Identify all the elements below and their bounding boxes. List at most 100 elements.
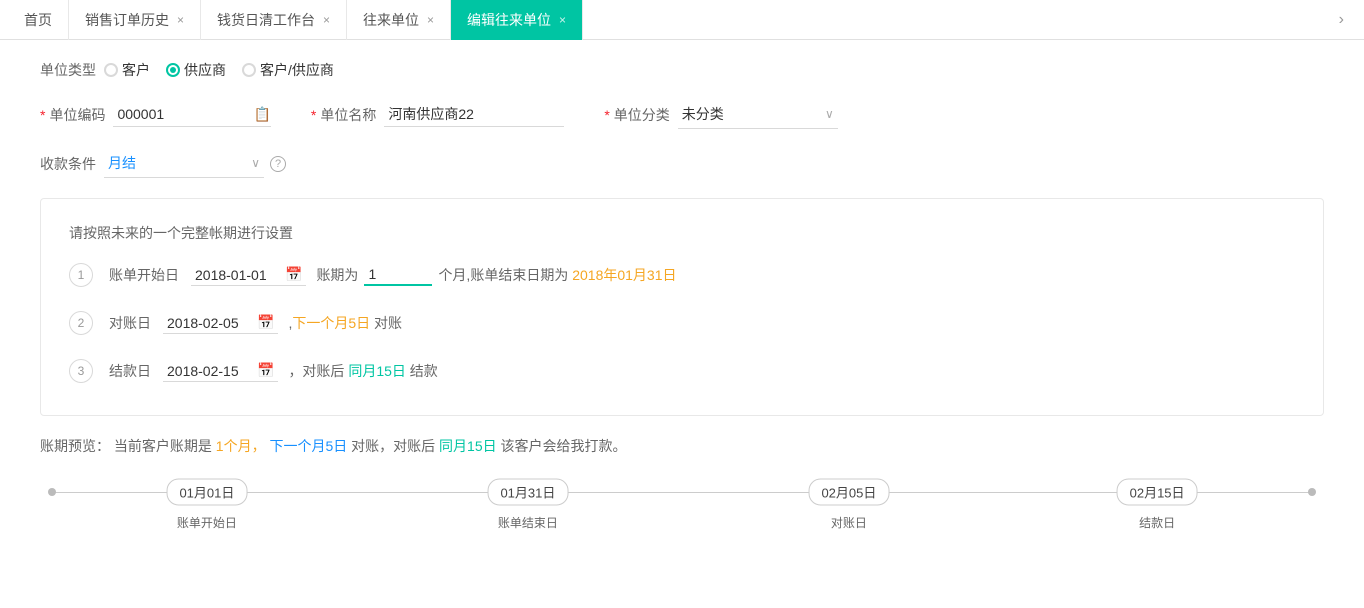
tab-cash-ledger-close[interactable]: × <box>323 13 330 27</box>
radio-customer-supplier-circle <box>242 63 256 77</box>
tab-edit-counterparty[interactable]: 编辑往来单位 × <box>451 0 583 40</box>
step-1-row: 1 账单开始日 📅 账期为 个月,账单结束日期为 2018年01月31日 <box>69 263 1295 287</box>
tab-home[interactable]: 首页 <box>8 0 69 40</box>
step-1-date-input[interactable] <box>195 267 285 283</box>
unit-code-copy-icon[interactable]: 📋 <box>253 106 270 123</box>
step-2-desc: ,下一个月5日 对账 <box>288 313 402 333</box>
step-3-row: 3 结款日 📅 ，对账后 同月15日 结款 <box>69 359 1295 383</box>
step-1-period-wrapper <box>364 264 432 286</box>
step-3-date-input[interactable] <box>167 363 257 379</box>
tab-counterparty-label: 往来单位 <box>363 10 419 30</box>
unit-type-label: 单位类型 <box>40 60 96 80</box>
timeline-label-1: 账单开始日 <box>177 514 237 531</box>
radio-supplier-dot <box>170 67 176 73</box>
timeline-node-2: 01月31日 <box>487 479 568 506</box>
payment-terms-select[interactable]: 月结 ∨ <box>104 149 264 178</box>
unit-info-row: * 单位编码 📋 * 单位名称 * 单位分类 未分类 ∨ <box>40 100 1324 129</box>
step-1-calendar-icon[interactable]: 📅 <box>285 266 302 283</box>
preview-hl2: 下一个月5日 <box>269 438 347 454</box>
step-2-row: 2 对账日 📅 ,下一个月5日 对账 <box>69 311 1295 335</box>
unit-code-input[interactable] <box>113 102 253 126</box>
tab-sales-history-close[interactable]: × <box>177 13 184 27</box>
radio-supplier[interactable]: 供应商 <box>166 60 226 80</box>
radio-customer-supplier-label: 客户/供应商 <box>260 60 334 80</box>
payment-terms-value: 月结 <box>108 153 251 173</box>
step-1-period-input[interactable] <box>368 266 428 282</box>
preview-text: 账期预览： 当前客户账期是 1个月， 下一个月5日 对账，对账后 同月15日 该… <box>40 436 1324 456</box>
tab-edit-counterparty-label: 编辑往来单位 <box>467 10 551 30</box>
timeline-label-3: 对账日 <box>831 514 867 531</box>
step-3-calendar-icon[interactable]: 📅 <box>257 362 274 379</box>
radio-customer-circle <box>104 63 118 77</box>
timeline-node-3: 02月05日 <box>808 479 889 506</box>
payment-terms-field: 收款条件 月结 ∨ ? <box>40 149 286 178</box>
unit-name-label: 单位名称 <box>320 105 376 125</box>
radio-supplier-circle <box>166 63 180 77</box>
tab-edit-counterparty-close[interactable]: × <box>559 13 566 27</box>
timeline-node-1: 01月01日 <box>166 479 247 506</box>
unit-category-value: 未分类 <box>682 104 825 124</box>
tab-cash-ledger-label: 钱货日清工作台 <box>217 10 315 30</box>
step-3-label: 结款日 <box>109 361 151 381</box>
tab-bar: 首页 销售订单历史 × 钱货日清工作台 × 往来单位 × 编辑往来单位 × › <box>0 0 1364 40</box>
step-3-highlight: 同月15日 <box>348 363 406 379</box>
timeline-right-dot <box>1308 488 1316 496</box>
radio-customer[interactable]: 客户 <box>104 60 150 80</box>
step-2-date-input[interactable] <box>167 315 257 331</box>
unit-code-star: * <box>40 107 45 123</box>
timeline-node-2-pill: 01月31日 <box>487 479 568 506</box>
step-1-date-wrapper: 📅 <box>191 264 306 286</box>
step-3-desc: ，对账后 同月15日 结款 <box>288 361 437 381</box>
timeline-label-2-text: 账单结束日 <box>498 516 558 530</box>
step-2-highlight: 下一个月5日 <box>292 315 370 331</box>
step-1-label: 账单开始日 <box>109 265 179 285</box>
preview-prefix: 当前客户账期是 <box>114 438 216 454</box>
tab-sales-history[interactable]: 销售订单历史 × <box>69 0 201 40</box>
timeline-label-1-text: 账单开始日 <box>177 516 237 530</box>
unit-category-select[interactable]: 未分类 ∨ <box>678 100 838 129</box>
timeline-label-3-text: 对账日 <box>831 516 867 530</box>
tab-counterparty[interactable]: 往来单位 × <box>347 0 451 40</box>
unit-category-field: * 单位分类 未分类 ∨ <box>604 100 837 129</box>
preview-hl1: 1个月， <box>216 438 266 454</box>
tab-expand-icon[interactable]: › <box>1327 11 1356 29</box>
tab-home-label: 首页 <box>24 10 52 30</box>
radio-customer-label: 客户 <box>122 60 150 80</box>
timeline-label-2: 账单结束日 <box>498 514 558 531</box>
step-2-date-wrapper: 📅 <box>163 312 278 334</box>
unit-type-row: 单位类型 客户 供应商 客户/供应商 <box>40 60 1324 80</box>
timeline-node-4: 02月15日 <box>1117 479 1198 506</box>
unit-category-label: 单位分类 <box>614 105 670 125</box>
timeline-label-4-text: 结款日 <box>1139 516 1175 530</box>
unit-code-label: 单位编码 <box>49 105 105 125</box>
timeline-label-4: 结款日 <box>1139 514 1175 531</box>
step-2-number: 2 <box>69 311 93 335</box>
unit-type-radio-group: 客户 供应商 客户/供应商 <box>104 60 334 80</box>
preview-mid: 对账，对账后 <box>351 438 439 454</box>
unit-name-input[interactable] <box>384 102 564 127</box>
radio-supplier-label: 供应商 <box>184 60 226 80</box>
unit-name-field: * 单位名称 <box>311 102 564 127</box>
unit-type-field: 单位类型 客户 供应商 客户/供应商 <box>40 60 334 80</box>
timeline-node-3-pill: 02月05日 <box>808 479 889 506</box>
radio-customer-supplier[interactable]: 客户/供应商 <box>242 60 334 80</box>
payment-terms-help-icon[interactable]: ? <box>270 156 286 172</box>
step-2-calendar-icon[interactable]: 📅 <box>257 314 274 331</box>
period-section: 请按照未来的一个完整帐期进行设置 1 账单开始日 📅 账期为 个月,账单结束日期… <box>40 198 1324 416</box>
unit-code-field: * 单位编码 📋 <box>40 102 271 127</box>
tab-sales-history-label: 销售订单历史 <box>85 10 169 30</box>
step-1-end-date: 2018年01月31日 <box>572 267 676 283</box>
section-hint: 请按照未来的一个完整帐期进行设置 <box>69 223 1295 243</box>
payment-terms-arrow: ∨ <box>251 156 260 170</box>
tab-counterparty-close[interactable]: × <box>427 13 434 27</box>
payment-terms-label: 收款条件 <box>40 154 96 174</box>
step-3-number: 3 <box>69 359 93 383</box>
step-1-number: 1 <box>69 263 93 287</box>
timeline-left-dot <box>48 488 56 496</box>
tab-cash-ledger[interactable]: 钱货日清工作台 × <box>201 0 347 40</box>
unit-code-input-wrapper: 📋 <box>113 102 270 127</box>
unit-category-star: * <box>604 107 609 123</box>
unit-name-star: * <box>311 107 316 123</box>
step-1-period-label: 账期为 <box>316 265 358 285</box>
timeline-labels: 账单开始日 账单结束日 对账日 结款日 <box>40 514 1324 534</box>
